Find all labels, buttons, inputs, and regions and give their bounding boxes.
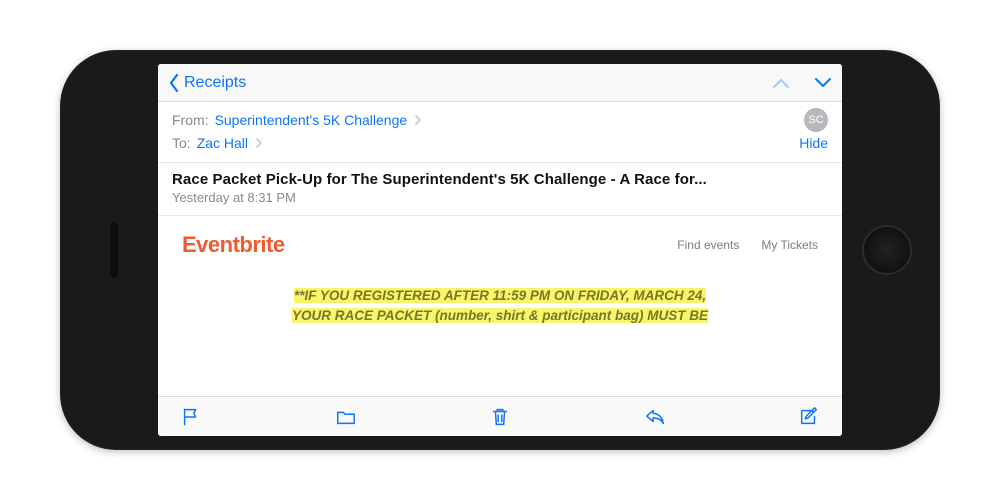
iphone-device-frame: Receipts From: Superintendent's 5K Chall… [60, 50, 940, 450]
timestamp: Yesterday at 8:31 PM [172, 190, 828, 205]
from-value: Superintendent's 5K Challenge [215, 109, 408, 131]
reply-icon[interactable] [644, 406, 666, 428]
trash-icon[interactable] [489, 406, 511, 428]
flag-icon[interactable] [180, 406, 202, 428]
chevron-left-icon [168, 73, 180, 93]
chevron-down-icon[interactable] [814, 76, 832, 90]
home-button[interactable] [862, 225, 912, 275]
message-header: From: Superintendent's 5K Challenge SC T… [158, 102, 842, 163]
subject-block: Race Packet Pick-Up for The Superintende… [158, 163, 842, 216]
chevron-right-icon [256, 138, 263, 148]
my-tickets-link[interactable]: My Tickets [761, 238, 818, 252]
hide-button[interactable]: Hide [799, 132, 828, 154]
from-label: From: [172, 109, 209, 131]
bottom-toolbar [158, 396, 842, 436]
highlighted-notice: **IF YOU REGISTERED AFTER 11:59 PM ON FR… [182, 286, 818, 326]
notice-line-1: **IF YOU REGISTERED AFTER 11:59 PM ON FR… [294, 288, 706, 303]
eventbrite-header: Eventbrite Find events My Tickets [182, 232, 818, 258]
notice-line-2: YOUR RACE PACKET (number, shirt & partic… [292, 308, 708, 323]
to-label: To: [172, 132, 191, 154]
chevron-up-icon[interactable] [772, 76, 790, 90]
to-row[interactable]: To: Zac Hall Hide [172, 132, 828, 154]
find-events-link[interactable]: Find events [677, 238, 739, 252]
compose-icon[interactable] [798, 406, 820, 428]
from-row[interactable]: From: Superintendent's 5K Challenge SC [172, 108, 828, 132]
back-label: Receipts [184, 74, 246, 92]
folder-icon[interactable] [335, 406, 357, 428]
to-value: Zac Hall [197, 132, 248, 154]
navigation-bar: Receipts [158, 64, 842, 102]
nav-up-down [772, 76, 832, 90]
screen: Receipts From: Superintendent's 5K Chall… [158, 64, 842, 436]
eventbrite-logo: Eventbrite [182, 232, 285, 258]
back-button[interactable]: Receipts [168, 73, 246, 93]
subject-text: Race Packet Pick-Up for The Superintende… [172, 171, 828, 188]
chevron-right-icon [415, 115, 422, 125]
sender-avatar[interactable]: SC [804, 108, 828, 132]
